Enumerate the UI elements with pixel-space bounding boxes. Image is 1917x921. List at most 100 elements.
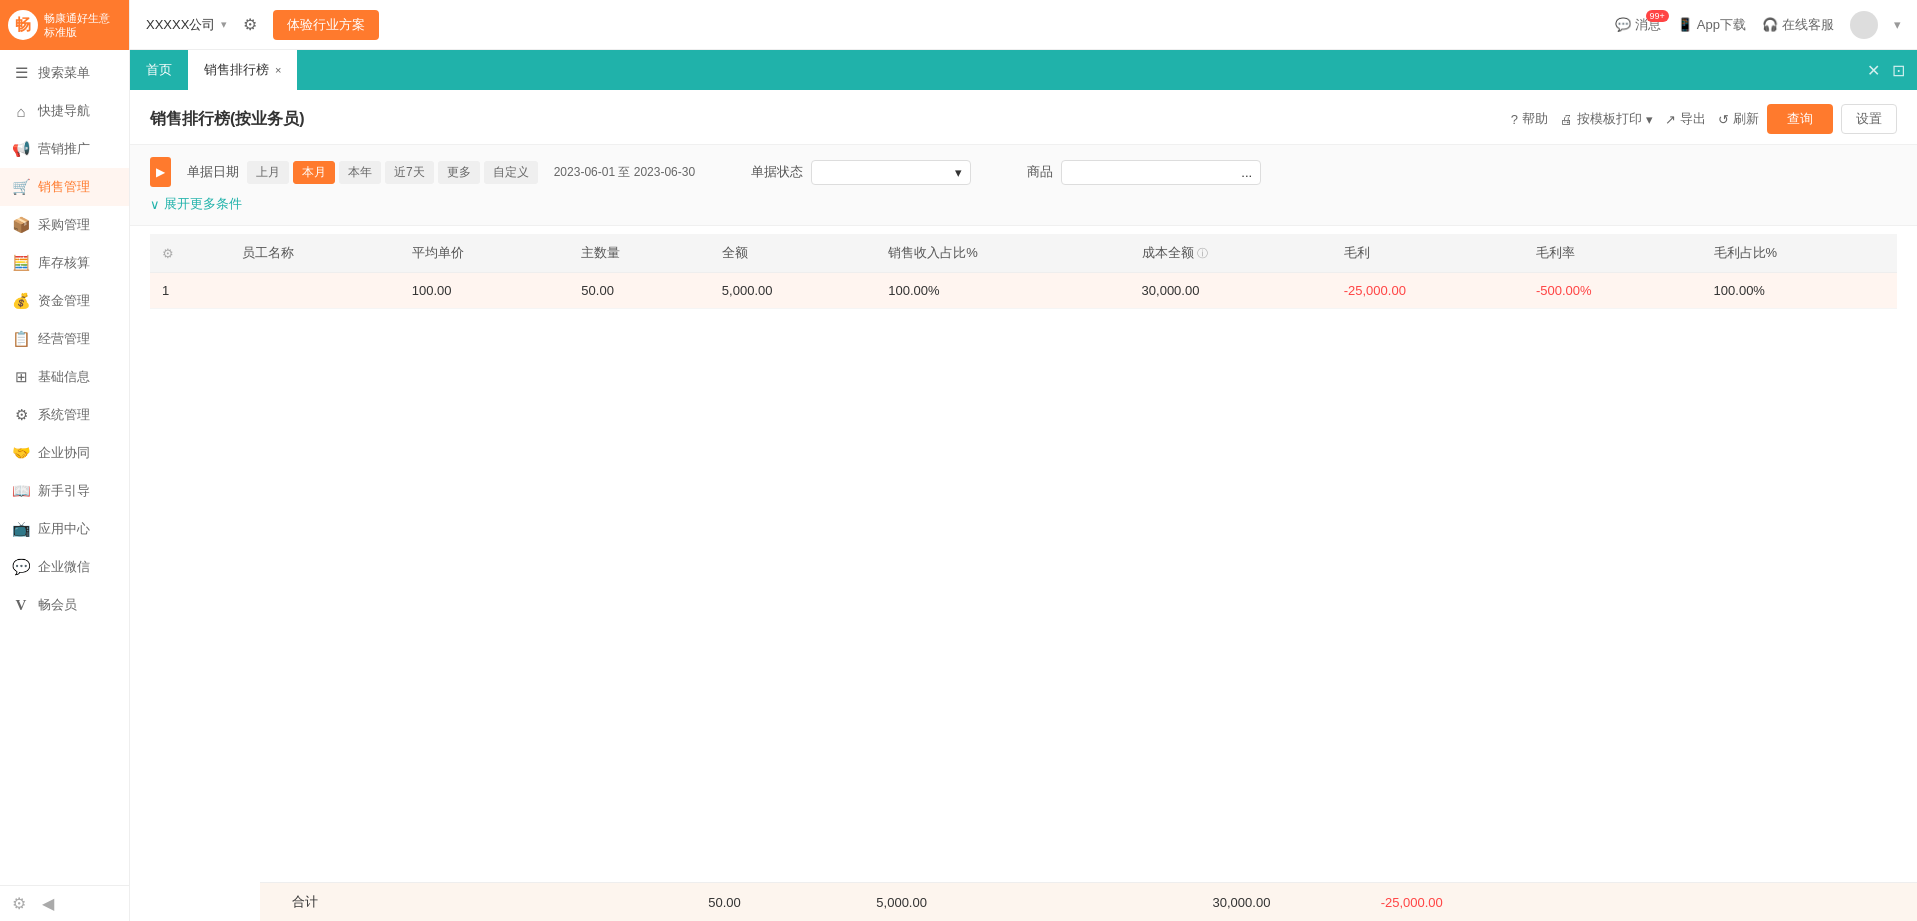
tab-close-icon[interactable]: × bbox=[275, 64, 281, 76]
settings-icon[interactable]: ⚙ bbox=[243, 15, 257, 34]
guide-icon: 📖 bbox=[12, 482, 30, 500]
col-gross-pct: 毛利占比% bbox=[1702, 234, 1897, 273]
cell-name bbox=[230, 273, 400, 309]
settings-page-btn[interactable]: 设置 bbox=[1841, 104, 1897, 134]
cell-gross: -25,000.00 bbox=[1332, 273, 1524, 309]
date-btn-last-month[interactable]: 上月 bbox=[247, 161, 289, 184]
goods-input[interactable]: ... bbox=[1061, 160, 1261, 185]
app-download-btn[interactable]: 📱 App下载 bbox=[1677, 16, 1746, 34]
date-btn-7days[interactable]: 近7天 bbox=[385, 161, 434, 184]
template-print-btn[interactable]: 🖨 按模板打印 ▾ bbox=[1560, 110, 1653, 128]
col-cost: 成本全额 ⓘ bbox=[1130, 234, 1332, 273]
col-settings[interactable]: ⚙ bbox=[150, 234, 230, 273]
sidebar-item-operations[interactable]: 📋 经营管理 bbox=[0, 320, 129, 358]
sidebar-item-marketing[interactable]: 📢 营销推广 bbox=[0, 130, 129, 168]
cell-sales-pct: 100.00% bbox=[876, 273, 1129, 309]
company-selector[interactable]: XXXXX公司 ▾ bbox=[146, 16, 227, 34]
content-inner: 销售排行榜(按业务员) ? 帮助 🖨 按模板打印 ▾ ↗ bbox=[130, 90, 1917, 921]
logo-icon: 畅 bbox=[8, 10, 38, 40]
main-area: XXXXX公司 ▾ ⚙ 体验行业方案 💬 消息 99+ 📱 App下载 🎧 在线… bbox=[130, 0, 1917, 921]
weixin-icon: 💬 bbox=[12, 558, 30, 576]
col-gross: 毛利 bbox=[1332, 234, 1524, 273]
restore-window-icon[interactable]: ⊡ bbox=[1892, 61, 1905, 80]
table-header-row: ⚙ 员工名称 平均单价 主数量 全额 销售收入占比% 成本全额 ⓘ 毛利 毛利率 bbox=[150, 234, 1897, 273]
message-badge: 99+ bbox=[1646, 10, 1669, 22]
cost-info-icon: ⓘ bbox=[1197, 247, 1208, 259]
message-btn[interactable]: 💬 消息 99+ bbox=[1615, 16, 1661, 34]
sidebar-item-finance[interactable]: 💰 资金管理 bbox=[0, 282, 129, 320]
filter-date: 单据日期 上月 本月 本年 近7天 更多 自定义 bbox=[187, 161, 538, 184]
export-btn[interactable]: ↗ 导出 bbox=[1665, 110, 1706, 128]
refresh-btn[interactable]: ↺ 刷新 bbox=[1718, 110, 1759, 128]
table-footer: 合计 50.00 5,000.00 30,000.00 -25,000.00 bbox=[260, 882, 1917, 921]
enterprise-icon: 🤝 bbox=[12, 444, 30, 462]
logo-text: 畅康通好生意 标准版 bbox=[44, 11, 110, 40]
status-filter-label: 单据状态 bbox=[751, 163, 803, 181]
inventory-icon: 🧮 bbox=[12, 254, 30, 272]
settings-bottom-icon[interactable]: ⚙ bbox=[12, 894, 26, 913]
sidebar-item-enterprise[interactable]: 🤝 企业协同 bbox=[0, 434, 129, 472]
query-btn[interactable]: 查询 bbox=[1767, 104, 1833, 134]
online-service-btn[interactable]: 🎧 在线客服 bbox=[1762, 16, 1834, 34]
sidebar-item-purchase[interactable]: 📦 采购管理 bbox=[0, 206, 129, 244]
date-btn-this-year[interactable]: 本年 bbox=[339, 161, 381, 184]
footer-label: 合计 bbox=[292, 893, 372, 911]
marketing-icon: 📢 bbox=[12, 140, 30, 158]
mobile-icon: 📱 bbox=[1677, 17, 1693, 32]
date-filter-label: 单据日期 bbox=[187, 163, 239, 181]
headset-icon: 🎧 bbox=[1762, 17, 1778, 32]
cell-gross-rate: -500.00% bbox=[1524, 273, 1702, 309]
filter-goods: 商品 ... bbox=[1027, 160, 1261, 185]
member-icon: V bbox=[12, 597, 30, 614]
cell-cost: 30,000.00 bbox=[1130, 273, 1332, 309]
sidebar-item-member[interactable]: V 畅会员 bbox=[0, 586, 129, 624]
filter-row-1: ▶ 单据日期 上月 本月 本年 近7天 更多 自定义 2023-06 bbox=[150, 157, 1897, 187]
sales-ranking-table: ⚙ 员工名称 平均单价 主数量 全额 销售收入占比% 成本全额 ⓘ 毛利 毛利率 bbox=[150, 234, 1897, 309]
date-btn-more[interactable]: 更多 bbox=[438, 161, 480, 184]
date-btn-this-month[interactable]: 本月 bbox=[293, 161, 335, 184]
status-select[interactable]: ▾ bbox=[811, 160, 971, 185]
page-header: 销售排行榜(按业务员) ? 帮助 🖨 按模板打印 ▾ ↗ bbox=[130, 90, 1917, 145]
purchase-icon: 📦 bbox=[12, 216, 30, 234]
expand-more-btn[interactable]: ∨ 展开更多条件 bbox=[150, 195, 1897, 213]
trial-btn[interactable]: 体验行业方案 bbox=[273, 10, 379, 40]
cell-rank: 1 bbox=[150, 273, 230, 309]
col-name: 员工名称 bbox=[230, 234, 400, 273]
col-avg-price: 平均单价 bbox=[400, 234, 570, 273]
sidebar-item-newguide[interactable]: 📖 新手引导 bbox=[0, 472, 129, 510]
sidebar-nav: ☰ 搜索菜单 ⌂ 快捷导航 📢 营销推广 🛒 销售管理 📦 采购管理 🧮 库存核… bbox=[0, 50, 129, 885]
sidebar-item-inventory[interactable]: 🧮 库存核算 bbox=[0, 244, 129, 282]
date-range-display: 2023-06-01 至 2023-06-30 bbox=[554, 164, 695, 181]
date-btn-custom[interactable]: 自定义 bbox=[484, 161, 538, 184]
status-chevron-icon: ▾ bbox=[955, 165, 962, 180]
col-settings-icon: ⚙ bbox=[162, 246, 174, 261]
sidebar-item-appstore[interactable]: 📺 应用中心 bbox=[0, 510, 129, 548]
table-container: ⚙ 员工名称 平均单价 主数量 全额 销售收入占比% 成本全额 ⓘ 毛利 毛利率 bbox=[130, 234, 1917, 309]
col-amount: 全额 bbox=[710, 234, 876, 273]
operations-icon: 📋 bbox=[12, 330, 30, 348]
sidebar-item-system[interactable]: ⚙ 系统管理 bbox=[0, 396, 129, 434]
page-actions: ? 帮助 🖨 按模板打印 ▾ ↗ 导出 ↺ bbox=[1511, 110, 1759, 128]
sidebar-item-search[interactable]: ☰ 搜索菜单 bbox=[0, 54, 129, 92]
content-area: 销售排行榜(按业务员) ? 帮助 🖨 按模板打印 ▾ ↗ bbox=[130, 90, 1917, 921]
close-window-icon[interactable]: ✕ bbox=[1867, 61, 1880, 80]
cell-gross-pct: 100.00% bbox=[1702, 273, 1897, 309]
tab-home[interactable]: 首页 bbox=[130, 50, 188, 90]
filter-toggle-btn[interactable]: ▶ bbox=[150, 157, 171, 187]
help-btn[interactable]: ? 帮助 bbox=[1511, 110, 1548, 128]
sidebar-item-weixin[interactable]: 💬 企业微信 bbox=[0, 548, 129, 586]
collapse-icon[interactable]: ◀ bbox=[42, 894, 54, 913]
sidebar-item-basics[interactable]: ⊞ 基础信息 bbox=[0, 358, 129, 396]
sidebar-item-sales[interactable]: 🛒 销售管理 bbox=[0, 168, 129, 206]
message-icon: 💬 bbox=[1615, 17, 1631, 32]
filter-area: ▶ 单据日期 上月 本月 本年 近7天 更多 自定义 2023-06 bbox=[130, 145, 1917, 226]
filter-status: 单据状态 ▾ bbox=[751, 160, 971, 185]
footer-amount: 5,000.00 bbox=[876, 895, 1044, 910]
cell-avg-price: 100.00 bbox=[400, 273, 570, 309]
user-avatar[interactable] bbox=[1850, 11, 1878, 39]
header-right: 💬 消息 99+ 📱 App下载 🎧 在线客服 ▾ bbox=[1615, 11, 1901, 39]
basics-icon: ⊞ bbox=[12, 368, 30, 386]
print-icon: 🖨 bbox=[1560, 112, 1573, 127]
tab-sales-ranking[interactable]: 销售排行榜 × bbox=[188, 50, 297, 90]
sidebar-item-shortcut[interactable]: ⌂ 快捷导航 bbox=[0, 92, 129, 130]
